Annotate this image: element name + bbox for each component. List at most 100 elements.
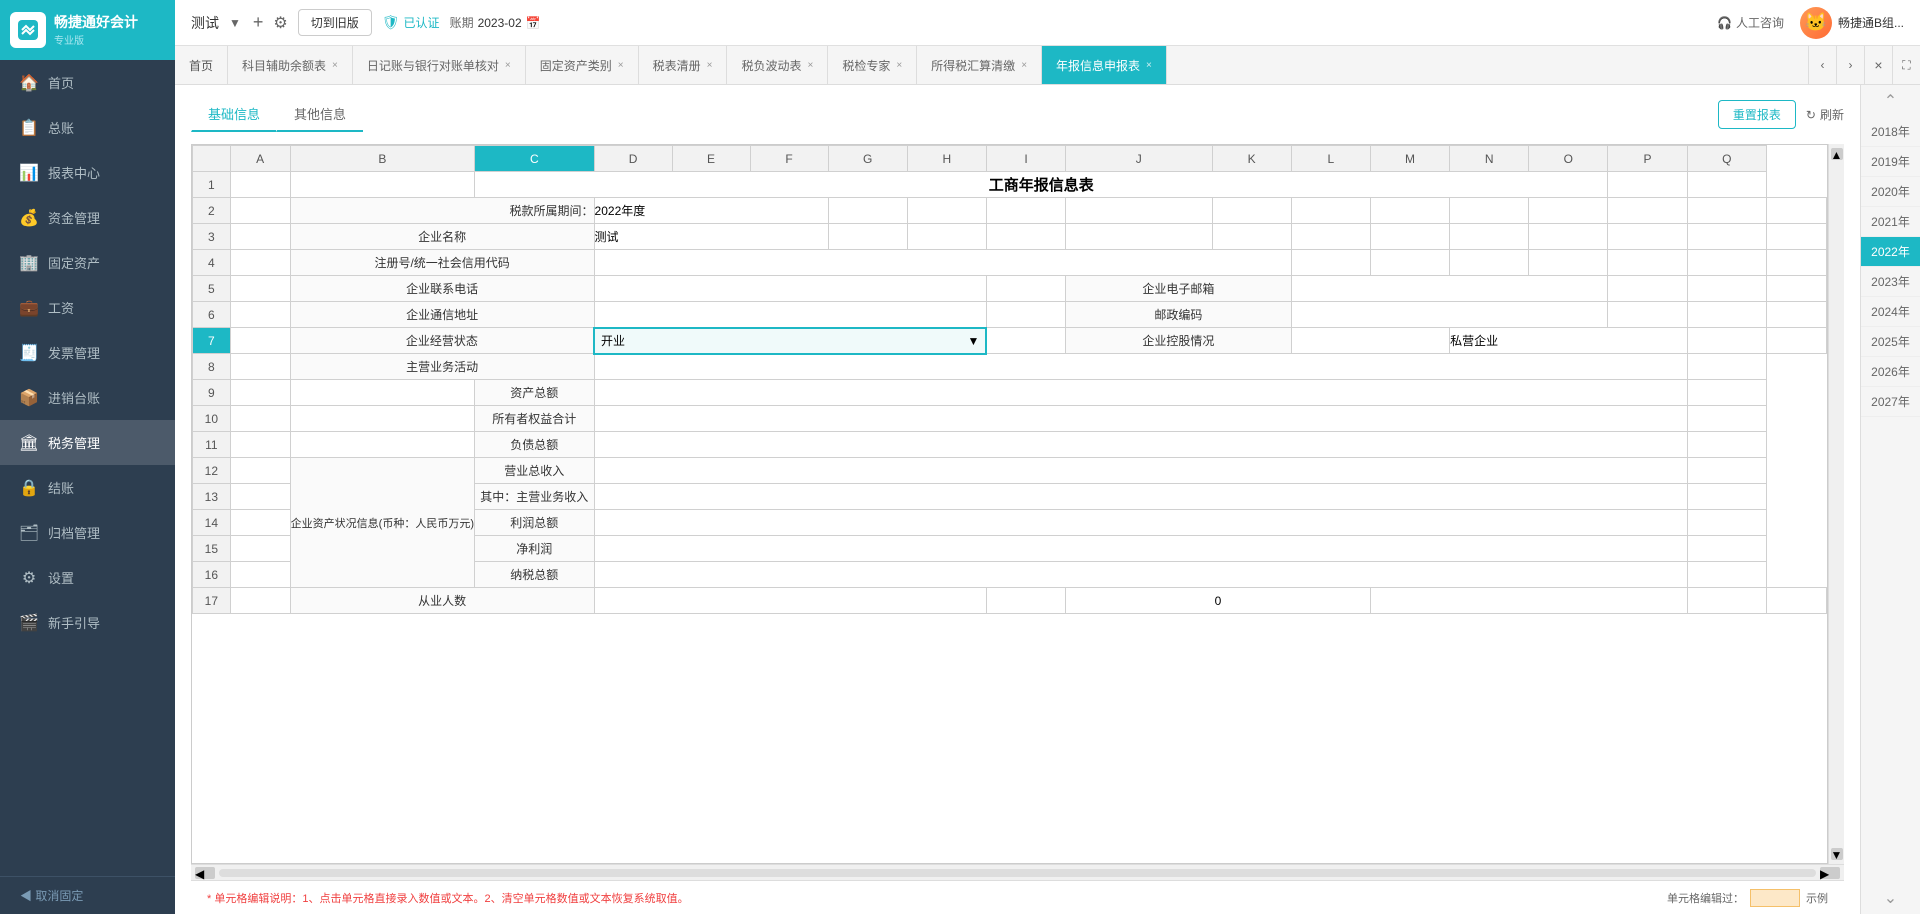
year-2027-btn[interactable]: 2027年 bbox=[1861, 387, 1920, 417]
cell-1-P[interactable] bbox=[1608, 172, 1687, 198]
cell-5-label[interactable]: 企业联系电话 bbox=[290, 276, 594, 302]
cell-10-A[interactable] bbox=[230, 406, 290, 432]
sidebar-item-invoice[interactable]: 🧾 发票管理 bbox=[0, 330, 175, 375]
sidebar-item-archive[interactable]: 🗂 归档管理 bbox=[0, 510, 175, 555]
sidebar-collapse-btn[interactable]: ◀ 取消固定 bbox=[0, 876, 175, 914]
cell-4-L[interactable] bbox=[1450, 250, 1529, 276]
cell-7-label[interactable]: 企业经营状态 bbox=[290, 328, 594, 354]
topbar-dropdown-icon[interactable]: ▼ bbox=[229, 16, 241, 30]
col-D[interactable]: D bbox=[594, 146, 672, 172]
cell-6-right-label[interactable]: 邮政编码 bbox=[1066, 302, 1292, 328]
cell-2-J[interactable] bbox=[1291, 198, 1370, 224]
col-Q[interactable]: Q bbox=[1687, 146, 1766, 172]
tab-close-income-tax[interactable]: × bbox=[1021, 60, 1027, 71]
cell-6-value[interactable] bbox=[594, 302, 986, 328]
cell-4-N[interactable] bbox=[1608, 250, 1687, 276]
cell-3-N[interactable] bbox=[1608, 224, 1687, 250]
cell-3-P[interactable] bbox=[1767, 224, 1827, 250]
cell-5-O[interactable] bbox=[1687, 276, 1766, 302]
cell-8-A[interactable] bbox=[230, 354, 290, 380]
cell-7-N[interactable] bbox=[1687, 328, 1766, 354]
col-C[interactable]: C bbox=[475, 146, 595, 172]
cell-4-A[interactable] bbox=[230, 250, 290, 276]
user-profile-btn[interactable]: 🐱 畅捷通B组... bbox=[1800, 7, 1904, 39]
cell-8-label[interactable]: 主营业务活动 bbox=[290, 354, 594, 380]
cell-11-P[interactable] bbox=[1687, 432, 1766, 458]
calendar-icon[interactable]: 📅 bbox=[526, 16, 541, 30]
col-J[interactable]: J bbox=[1066, 146, 1212, 172]
cell-2-O[interactable] bbox=[1687, 198, 1766, 224]
cell-11-B[interactable] bbox=[290, 432, 474, 458]
cell-3-E[interactable] bbox=[828, 224, 907, 250]
cell-3-L[interactable] bbox=[1450, 224, 1529, 250]
cell-4-O[interactable] bbox=[1687, 250, 1766, 276]
cell-1-B[interactable] bbox=[290, 172, 474, 198]
sidebar-item-ledger[interactable]: 📋 总账 bbox=[0, 105, 175, 150]
cell-16-A[interactable] bbox=[230, 562, 290, 588]
cell-3-I[interactable] bbox=[1212, 224, 1291, 250]
cell-10-sublabel[interactable]: 所有者权益合计 bbox=[475, 406, 595, 432]
cell-6-H[interactable] bbox=[986, 302, 1065, 328]
cell-14-value[interactable] bbox=[594, 510, 1687, 536]
year-panel-down-btn[interactable]: ⌄ bbox=[1861, 882, 1920, 914]
tab-expand-btn[interactable]: ⛶ bbox=[1892, 46, 1920, 84]
cell-12-value[interactable] bbox=[594, 458, 1687, 484]
sidebar-item-tax[interactable]: 🏛 税务管理 bbox=[0, 420, 175, 465]
cell-6-P[interactable] bbox=[1767, 302, 1827, 328]
cell-16-sublabel[interactable]: 纳税总额 bbox=[475, 562, 595, 588]
cell-1-A[interactable] bbox=[230, 172, 290, 198]
sidebar-item-close[interactable]: 🔒 结账 bbox=[0, 465, 175, 510]
horizontal-scrollbar[interactable]: ◀ ▶ bbox=[191, 864, 1844, 880]
sidebar-item-settings[interactable]: ⚙ 设置 bbox=[0, 555, 175, 600]
scroll-right-btn[interactable]: ▶ bbox=[1820, 867, 1840, 879]
cell-7-right-value[interactable] bbox=[1291, 328, 1449, 354]
cell-12-P[interactable] bbox=[1687, 458, 1766, 484]
cell-2-M[interactable] bbox=[1529, 198, 1608, 224]
reset-report-btn[interactable]: 重置报表 bbox=[1718, 100, 1796, 129]
cell-10-B[interactable] bbox=[290, 406, 474, 432]
cell-15-P[interactable] bbox=[1687, 536, 1766, 562]
cell-17-label[interactable]: 从业人数 bbox=[290, 588, 594, 614]
tab-close-tax-form[interactable]: × bbox=[707, 60, 713, 71]
cell-2-H[interactable] bbox=[1066, 198, 1212, 224]
cell-4-value[interactable] bbox=[594, 250, 1291, 276]
sidebar-item-inventory[interactable]: 📦 进销台账 bbox=[0, 375, 175, 420]
spreadsheet[interactable]: A B C D E F G H I J bbox=[191, 144, 1828, 864]
tab-close-journal[interactable]: × bbox=[505, 60, 511, 71]
cell-2-F[interactable] bbox=[907, 198, 986, 224]
cell-6-A[interactable] bbox=[230, 302, 290, 328]
cell-15-value[interactable] bbox=[594, 536, 1687, 562]
cell-9-P[interactable] bbox=[1687, 380, 1766, 406]
cell-3-H[interactable] bbox=[1066, 224, 1212, 250]
tab-tax-form[interactable]: 税表清册 × bbox=[639, 46, 728, 84]
cell-17-value[interactable] bbox=[594, 588, 986, 614]
old-version-btn[interactable]: 切到旧版 bbox=[298, 9, 372, 36]
cell-3-value[interactable]: 测试 bbox=[594, 224, 828, 250]
tab-close-annual-report[interactable]: × bbox=[1146, 60, 1152, 71]
cell-4-label[interactable]: 注册号/统一社会信用代码 bbox=[290, 250, 594, 276]
cell-4-P[interactable] bbox=[1767, 250, 1827, 276]
tab-tax-wave[interactable]: 税负波动表 × bbox=[727, 46, 828, 84]
sidebar-item-capital[interactable]: 💰 资金管理 bbox=[0, 195, 175, 240]
col-O[interactable]: O bbox=[1529, 146, 1608, 172]
form-tab-basic[interactable]: 基础信息 bbox=[191, 97, 277, 132]
cell-14-P[interactable] bbox=[1687, 510, 1766, 536]
col-B[interactable]: B bbox=[290, 146, 474, 172]
tab-close-fixed-assets[interactable]: × bbox=[618, 60, 624, 71]
cell-13-A[interactable] bbox=[230, 484, 290, 510]
tab-annual-report[interactable]: 年报信息申报表 × bbox=[1042, 46, 1167, 84]
year-2021-btn[interactable]: 2021年 bbox=[1861, 207, 1920, 237]
cell-12-sublabel[interactable]: 营业总收入 bbox=[475, 458, 595, 484]
col-I[interactable]: I bbox=[986, 146, 1065, 172]
cell-2-N[interactable] bbox=[1608, 198, 1687, 224]
cell-12-A[interactable] bbox=[230, 458, 290, 484]
cell-2-K[interactable] bbox=[1370, 198, 1449, 224]
year-2019-btn[interactable]: 2019年 bbox=[1861, 147, 1920, 177]
cell-2-L[interactable] bbox=[1450, 198, 1529, 224]
cell-17-O[interactable] bbox=[1687, 588, 1766, 614]
col-F[interactable]: F bbox=[750, 146, 828, 172]
cell-7-O[interactable] bbox=[1767, 328, 1827, 354]
cell-11-sublabel[interactable]: 负债总额 bbox=[475, 432, 595, 458]
cell-8-P[interactable] bbox=[1687, 354, 1766, 380]
cell-11-value[interactable] bbox=[594, 432, 1687, 458]
